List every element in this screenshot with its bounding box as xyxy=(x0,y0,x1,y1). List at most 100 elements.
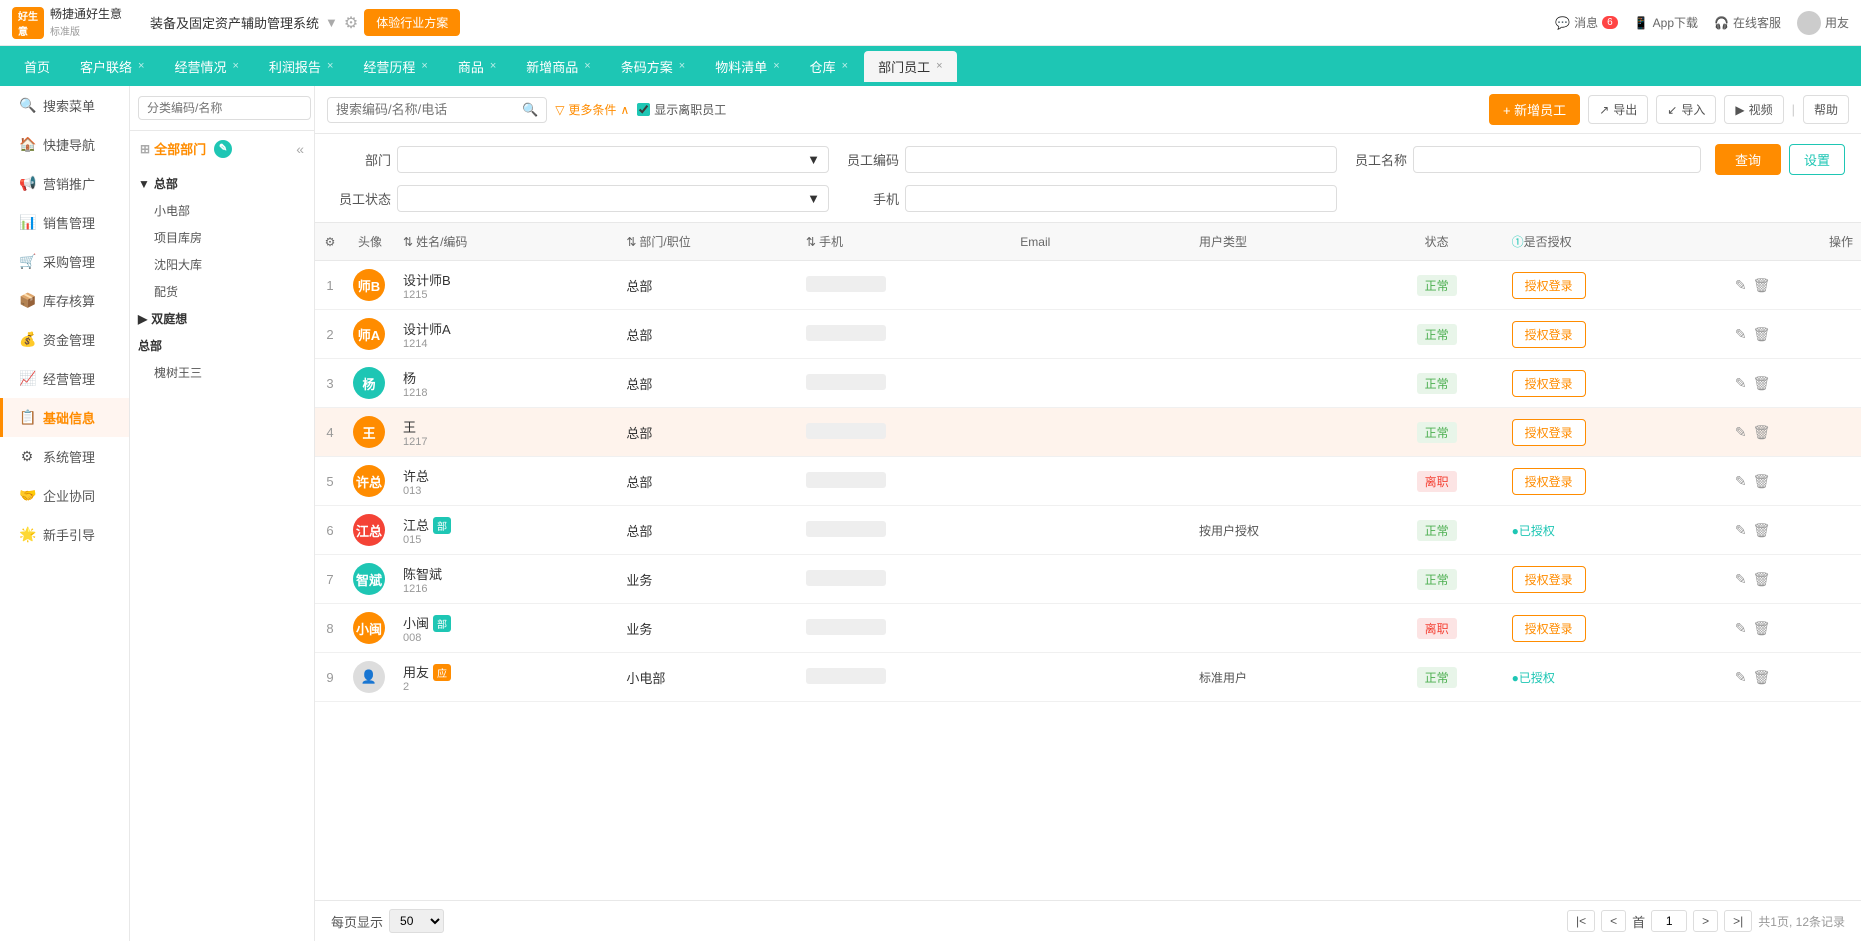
help-button[interactable]: 帮助 xyxy=(1803,95,1849,124)
dept-filter-select[interactable]: ▼ xyxy=(397,146,829,173)
search-input[interactable] xyxy=(336,102,516,117)
dept-all-item[interactable]: ⊞ 全部部门 ✎ « xyxy=(130,131,314,166)
first-page-btn[interactable]: |< xyxy=(1567,910,1595,932)
prev-page-btn[interactable]: < xyxy=(1601,910,1626,932)
status-filter-select[interactable]: ▼ xyxy=(397,185,829,212)
import-button[interactable]: ↙ 导入 xyxy=(1656,95,1716,124)
delete-btn[interactable]: 🗑 xyxy=(1753,326,1771,343)
code-filter-input[interactable] xyxy=(905,146,1337,173)
more-filter-btn[interactable]: ▽ 更多条件 ∧ xyxy=(555,101,629,118)
show-resign-toggle[interactable]: 显示离职员工 xyxy=(637,101,726,118)
nav-tab-staff-close[interactable]: × xyxy=(936,60,942,72)
sidebar-item-finance[interactable]: 💰 资金管理 xyxy=(0,320,129,359)
dept-panel-collapse-btn[interactable]: « xyxy=(296,141,304,157)
sidebar-item-business[interactable]: 📈 经营管理 xyxy=(0,359,129,398)
settings-icon[interactable]: ⚙ xyxy=(344,13,358,33)
show-resign-checkbox[interactable] xyxy=(637,103,650,116)
export-button[interactable]: ↗ 导出 xyxy=(1588,95,1648,124)
dept-node-zongbu2[interactable]: 总部 xyxy=(130,332,314,359)
col-phone-header[interactable]: ⇅ 手机 xyxy=(798,223,1012,261)
sidebar-item-purchase[interactable]: 🛒 采购管理 xyxy=(0,242,129,281)
nav-tab-profit-close[interactable]: × xyxy=(327,60,333,72)
delete-btn[interactable]: 🗑 xyxy=(1753,473,1771,490)
dept-node-group-zongbu[interactable]: ▼ 总部 xyxy=(130,170,314,197)
nav-tab-home[interactable]: 首页 xyxy=(10,51,64,82)
trial-button[interactable]: 体验行业方案 xyxy=(364,9,460,36)
message-btn[interactable]: 💬 消息 6 xyxy=(1555,14,1618,31)
dept-node-huaishu[interactable]: 槐树王三 xyxy=(130,359,314,386)
nav-tab-history[interactable]: 经营历程 × xyxy=(349,51,441,82)
dept-node-xiaodian[interactable]: 小电部 xyxy=(130,197,314,224)
page-number-input[interactable] xyxy=(1651,910,1687,932)
nav-tab-barcode-close[interactable]: × xyxy=(679,60,685,72)
edit-btn[interactable]: ✎ xyxy=(1735,473,1747,490)
nav-tab-customer-close[interactable]: × xyxy=(138,60,144,72)
last-page-btn[interactable]: >| xyxy=(1724,910,1752,932)
col-settings[interactable]: ⚙ xyxy=(315,223,345,261)
dept-node-peihuo[interactable]: 配货 xyxy=(130,278,314,305)
nav-tab-operation-close[interactable]: × xyxy=(232,60,238,72)
delete-btn[interactable]: 🗑 xyxy=(1753,375,1771,392)
online-service-btn[interactable]: 🎧 在线客服 xyxy=(1714,14,1781,31)
auth-login-btn[interactable]: 授权登录 xyxy=(1512,370,1586,397)
col-dept-header[interactable]: ⇅ 部门/职位 xyxy=(618,223,798,261)
query-button[interactable]: 查询 xyxy=(1715,144,1781,175)
auth-login-btn[interactable]: 授权登录 xyxy=(1512,272,1586,299)
sidebar-item-inventory[interactable]: 📦 库存核算 xyxy=(0,281,129,320)
dept-edit-icon[interactable]: ✎ xyxy=(214,140,232,158)
sidebar-item-basic[interactable]: 📋 基础信息 xyxy=(0,398,129,437)
edit-btn[interactable]: ✎ xyxy=(1735,571,1747,588)
delete-btn[interactable]: 🗑 xyxy=(1753,669,1771,686)
sidebar-item-collab[interactable]: 🤝 企业协同 xyxy=(0,476,129,515)
sidebar-item-search[interactable]: 🔍 搜索菜单 xyxy=(0,86,129,125)
edit-btn[interactable]: ✎ xyxy=(1735,424,1747,441)
sidebar-item-nav[interactable]: 🏠 快捷导航 xyxy=(0,125,129,164)
system-dropdown-icon[interactable]: ▼ xyxy=(325,15,338,30)
next-page-btn[interactable]: > xyxy=(1693,910,1718,932)
nav-tab-operation[interactable]: 经营情况 × xyxy=(160,51,252,82)
add-employee-button[interactable]: + 新增员工 xyxy=(1489,94,1580,125)
nav-tab-profit[interactable]: 利润报告 × xyxy=(255,51,347,82)
delete-btn[interactable]: 🗑 xyxy=(1753,424,1771,441)
nav-tab-barcode[interactable]: 条码方案 × xyxy=(607,51,699,82)
nav-tab-warehouse-close[interactable]: × xyxy=(842,60,848,72)
nav-tab-goods[interactable]: 商品 × xyxy=(444,51,510,82)
dept-search-input[interactable] xyxy=(138,96,311,120)
nav-tab-customer[interactable]: 客户联络 × xyxy=(66,51,158,82)
nav-tab-bom[interactable]: 物料清单 × xyxy=(701,51,793,82)
sidebar-item-system[interactable]: ⚙ 系统管理 xyxy=(0,437,129,476)
nav-tab-warehouse[interactable]: 仓库 × xyxy=(796,51,862,82)
edit-btn[interactable]: ✎ xyxy=(1735,375,1747,392)
delete-btn[interactable]: 🗑 xyxy=(1753,571,1771,588)
col-name-header[interactable]: ⇅ 姓名/编码 xyxy=(395,223,618,261)
sidebar-item-sales[interactable]: 📊 销售管理 xyxy=(0,203,129,242)
user-btn[interactable]: 用友 xyxy=(1797,11,1849,35)
delete-btn[interactable]: 🗑 xyxy=(1753,522,1771,539)
nav-tab-history-close[interactable]: × xyxy=(421,60,427,72)
dept-node-shenyang[interactable]: 沈阳大库 xyxy=(130,251,314,278)
sidebar-item-marketing[interactable]: 📢 营销推广 xyxy=(0,164,129,203)
auth-login-btn[interactable]: 授权登录 xyxy=(1512,468,1586,495)
delete-btn[interactable]: 🗑 xyxy=(1753,620,1771,637)
auth-login-btn[interactable]: 授权登录 xyxy=(1512,419,1586,446)
dept-node-project[interactable]: 项目库房 xyxy=(130,224,314,251)
name-filter-input[interactable] xyxy=(1413,146,1701,173)
auth-login-btn[interactable]: 授权登录 xyxy=(1512,615,1586,642)
dept-node-shuangting[interactable]: ▶ 双庭想 xyxy=(130,305,314,332)
nav-tab-goods-close[interactable]: × xyxy=(490,60,496,72)
app-download-btn[interactable]: 📱 App下载 xyxy=(1634,14,1698,31)
edit-btn[interactable]: ✎ xyxy=(1735,669,1747,686)
edit-btn[interactable]: ✎ xyxy=(1735,277,1747,294)
sidebar-item-guide[interactable]: 🌟 新手引导 xyxy=(0,515,129,554)
nav-tab-add-goods[interactable]: 新增商品 × xyxy=(512,51,604,82)
per-page-select[interactable]: 50 100 xyxy=(389,909,444,933)
nav-tab-add-goods-close[interactable]: × xyxy=(584,60,590,72)
edit-btn[interactable]: ✎ xyxy=(1735,326,1747,343)
delete-btn[interactable]: 🗑 xyxy=(1753,277,1771,294)
set-button[interactable]: 设置 xyxy=(1789,144,1845,175)
auth-login-btn[interactable]: 授权登录 xyxy=(1512,321,1586,348)
edit-btn[interactable]: ✎ xyxy=(1735,522,1747,539)
auth-login-btn[interactable]: 授权登录 xyxy=(1512,566,1586,593)
nav-tab-staff[interactable]: 部门员工 × xyxy=(864,51,956,82)
nav-tab-bom-close[interactable]: × xyxy=(773,60,779,72)
